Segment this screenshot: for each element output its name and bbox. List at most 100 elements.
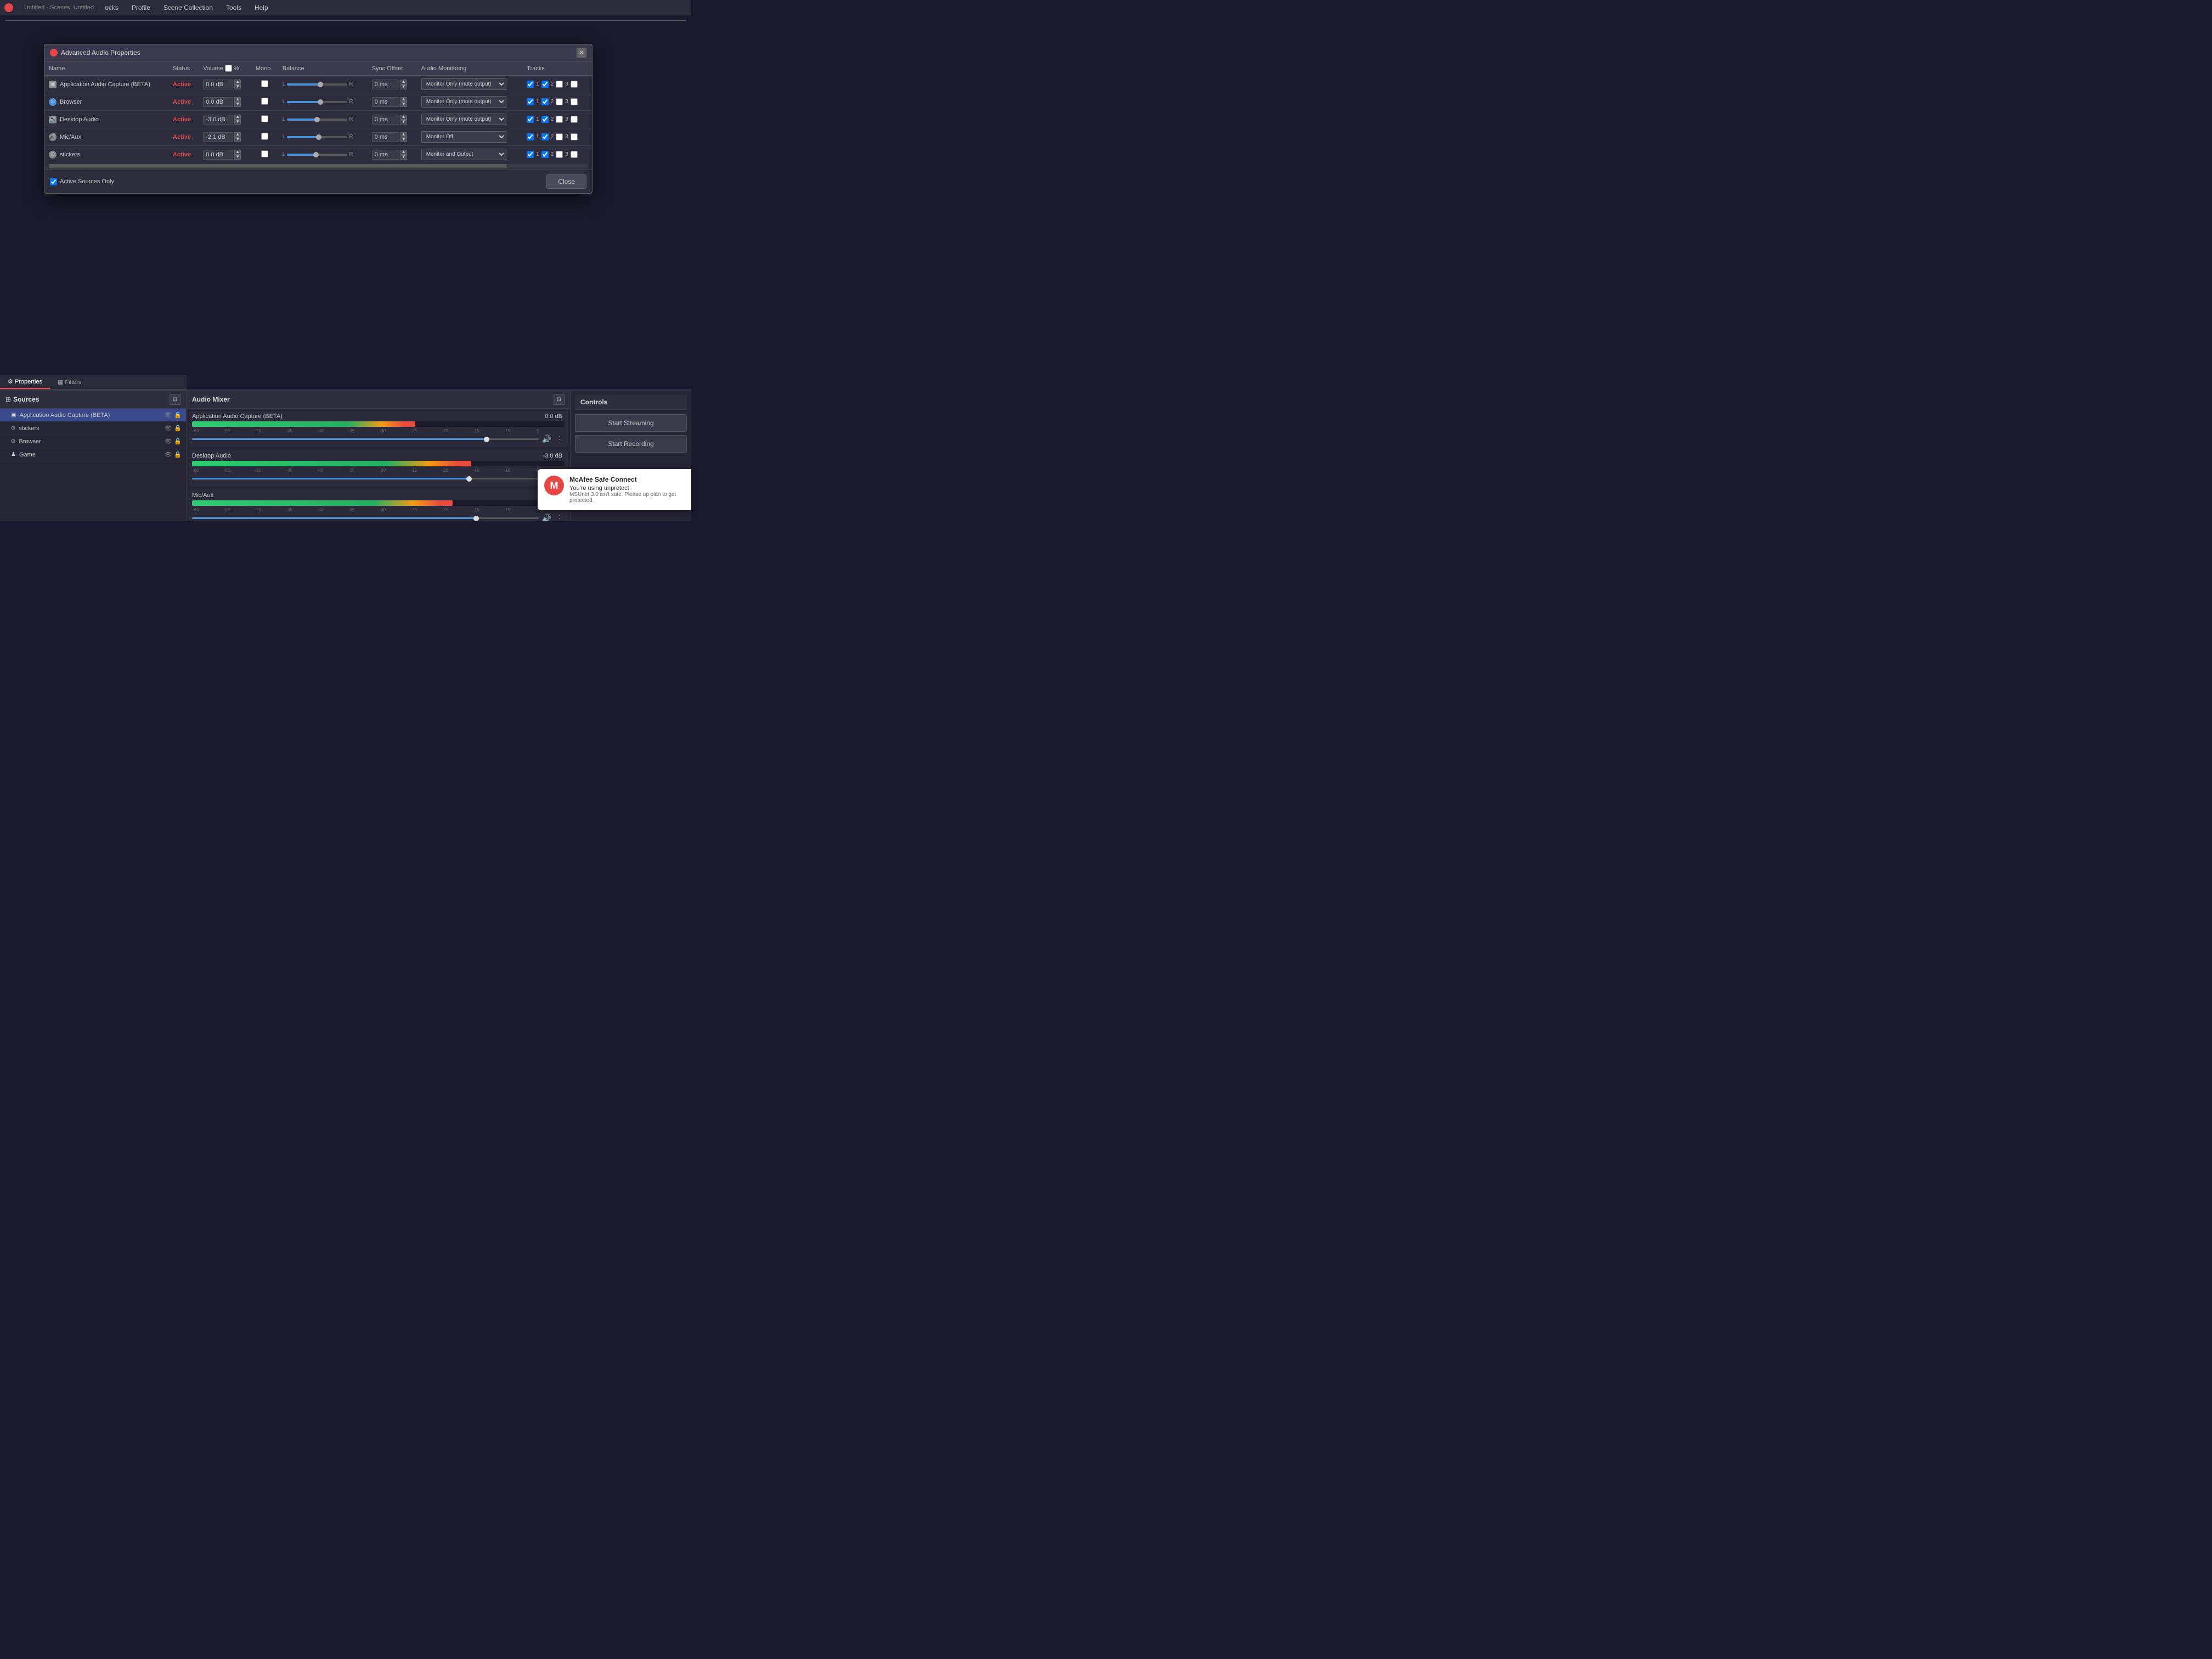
volume-pct-checkbox[interactable] [225,65,232,72]
track3-1[interactable] [556,98,563,105]
sync-down-0[interactable]: ▼ [400,84,407,89]
track4-2[interactable] [571,116,578,123]
row-balance-0[interactable]: L R [278,76,368,93]
mono-checkbox-3[interactable] [261,133,268,140]
menu-help[interactable]: Help [252,3,270,13]
track4-4[interactable] [571,151,578,158]
row-mono-3[interactable] [251,128,278,146]
source-eye-2[interactable]: 👁 [164,438,172,445]
menu-ocks[interactable]: ocks [103,3,121,13]
mono-checkbox-2[interactable] [261,115,268,122]
row-monitoring-4[interactable]: Monitor Off Monitor Only (mute output) M… [417,146,522,163]
row-sync-3[interactable]: ▲ ▼ [368,128,417,146]
track1-3[interactable] [527,133,534,140]
close-dialog-button[interactable]: Close [546,174,586,189]
track1-1[interactable] [527,98,534,105]
audio-table-scroll[interactable]: Name Status Volume % Mono Balance Sync O… [44,61,592,163]
mono-checkbox-0[interactable] [261,80,268,87]
volume-field-2[interactable] [203,115,233,125]
table-scrollbar[interactable] [49,164,588,168]
track3-3[interactable] [556,133,563,140]
row-mono-2[interactable] [251,111,278,128]
menu-scene-collection[interactable]: Scene Collection [161,3,215,13]
sync-field-3[interactable] [372,132,399,142]
row-monitoring-3[interactable]: Monitor Off Monitor Only (mute output) M… [417,128,522,146]
vol-down-1[interactable]: ▼ [234,102,241,107]
track1-0[interactable] [527,81,534,88]
row-volume-0[interactable]: ▲ ▼ [199,76,251,93]
monitoring-select-4[interactable]: Monitor Off Monitor Only (mute output) M… [421,149,506,160]
vol-down-3[interactable]: ▼ [234,137,241,142]
sync-down-4[interactable]: ▼ [400,155,407,160]
source-list-item[interactable]: ⊙ stickers 👁 🔒 [0,422,186,435]
track3-4[interactable] [556,151,563,158]
track4-0[interactable] [571,81,578,88]
track3-2[interactable] [556,116,563,123]
row-sync-2[interactable]: ▲ ▼ [368,111,417,128]
tab-properties[interactable]: ⚙ Properties [0,375,50,389]
monitoring-select-2[interactable]: Monitor Off Monitor Only (mute output) M… [421,114,506,125]
start-recording-button[interactable]: Start Recording [575,435,687,453]
menu-profile[interactable]: Profile [129,3,153,13]
row-balance-4[interactable]: L R [278,146,368,163]
row-mono-0[interactable] [251,76,278,93]
row-tracks-3[interactable]: 1 2 3 [522,128,592,146]
sync-field-0[interactable] [372,80,399,89]
track2-4[interactable] [541,151,549,158]
balance-track-1[interactable] [287,101,347,103]
monitoring-select-1[interactable]: Monitor Off Monitor Only (mute output) M… [421,96,506,108]
source-lock-0[interactable]: 🔒 [174,411,182,419]
source-list-item[interactable]: ⊙ Browser 👁 🔒 [0,435,186,448]
volume-slider-1[interactable] [192,478,539,479]
row-sync-0[interactable]: ▲ ▼ [368,76,417,93]
active-sources-checkbox[interactable] [50,178,57,185]
row-tracks-0[interactable]: 1 2 3 [522,76,592,93]
volume-field-3[interactable] [203,132,233,142]
source-eye-3[interactable]: 👁 [164,451,172,458]
track2-0[interactable] [541,81,549,88]
sync-field-4[interactable] [372,150,399,160]
source-lock-1[interactable]: 🔒 [174,425,182,432]
mono-checkbox-1[interactable] [261,98,268,105]
row-volume-1[interactable]: ▲ ▼ [199,93,251,111]
active-sources-label[interactable]: Active Sources Only [50,178,114,185]
source-list-item[interactable]: ♟ Game 👁 🔒 [0,448,186,461]
row-monitoring-2[interactable]: Monitor Off Monitor Only (mute output) M… [417,111,522,128]
sync-down-1[interactable]: ▼ [400,102,407,107]
vol-down-0[interactable]: ▼ [234,84,241,89]
menu-tools[interactable]: Tools [224,3,244,13]
dialog-close-x[interactable]: ✕ [577,48,586,58]
row-tracks-4[interactable]: 1 2 3 [522,146,592,163]
row-volume-4[interactable]: ▲ ▼ [199,146,251,163]
row-mono-1[interactable] [251,93,278,111]
row-volume-2[interactable]: ▲ ▼ [199,111,251,128]
tab-filters[interactable]: ▦ Filters [50,375,89,389]
volume-field-4[interactable] [203,150,233,160]
settings-btn-0[interactable]: ⋮ [555,433,565,445]
volume-field-0[interactable] [203,80,233,89]
vol-down-2[interactable]: ▼ [234,120,241,125]
track1-2[interactable] [527,116,534,123]
balance-track-4[interactable] [287,154,347,156]
track2-2[interactable] [541,116,549,123]
track4-1[interactable] [571,98,578,105]
row-monitoring-1[interactable]: Monitor Off Monitor Only (mute output) M… [417,93,522,111]
start-streaming-button[interactable]: Start Streaming [575,414,687,432]
monitoring-select-0[interactable]: Monitor Off Monitor Only (mute output) M… [421,78,506,90]
volume-slider-2[interactable] [192,517,539,519]
row-sync-1[interactable]: ▲ ▼ [368,93,417,111]
row-volume-3[interactable]: ▲ ▼ [199,128,251,146]
row-tracks-2[interactable]: 1 2 3 [522,111,592,128]
row-balance-2[interactable]: L R [278,111,368,128]
sync-down-3[interactable]: ▼ [400,137,407,142]
track3-0[interactable] [556,81,563,88]
row-sync-4[interactable]: ▲ ▼ [368,146,417,163]
row-balance-3[interactable]: L R [278,128,368,146]
track4-3[interactable] [571,133,578,140]
row-monitoring-0[interactable]: Monitor Off Monitor Only (mute output) M… [417,76,522,93]
source-eye-1[interactable]: 👁 [164,425,172,432]
source-lock-3[interactable]: 🔒 [174,451,182,458]
balance-track-0[interactable] [287,83,347,86]
vol-down-4[interactable]: ▼ [234,155,241,160]
mute-btn-0[interactable]: 🔊 [541,433,552,445]
